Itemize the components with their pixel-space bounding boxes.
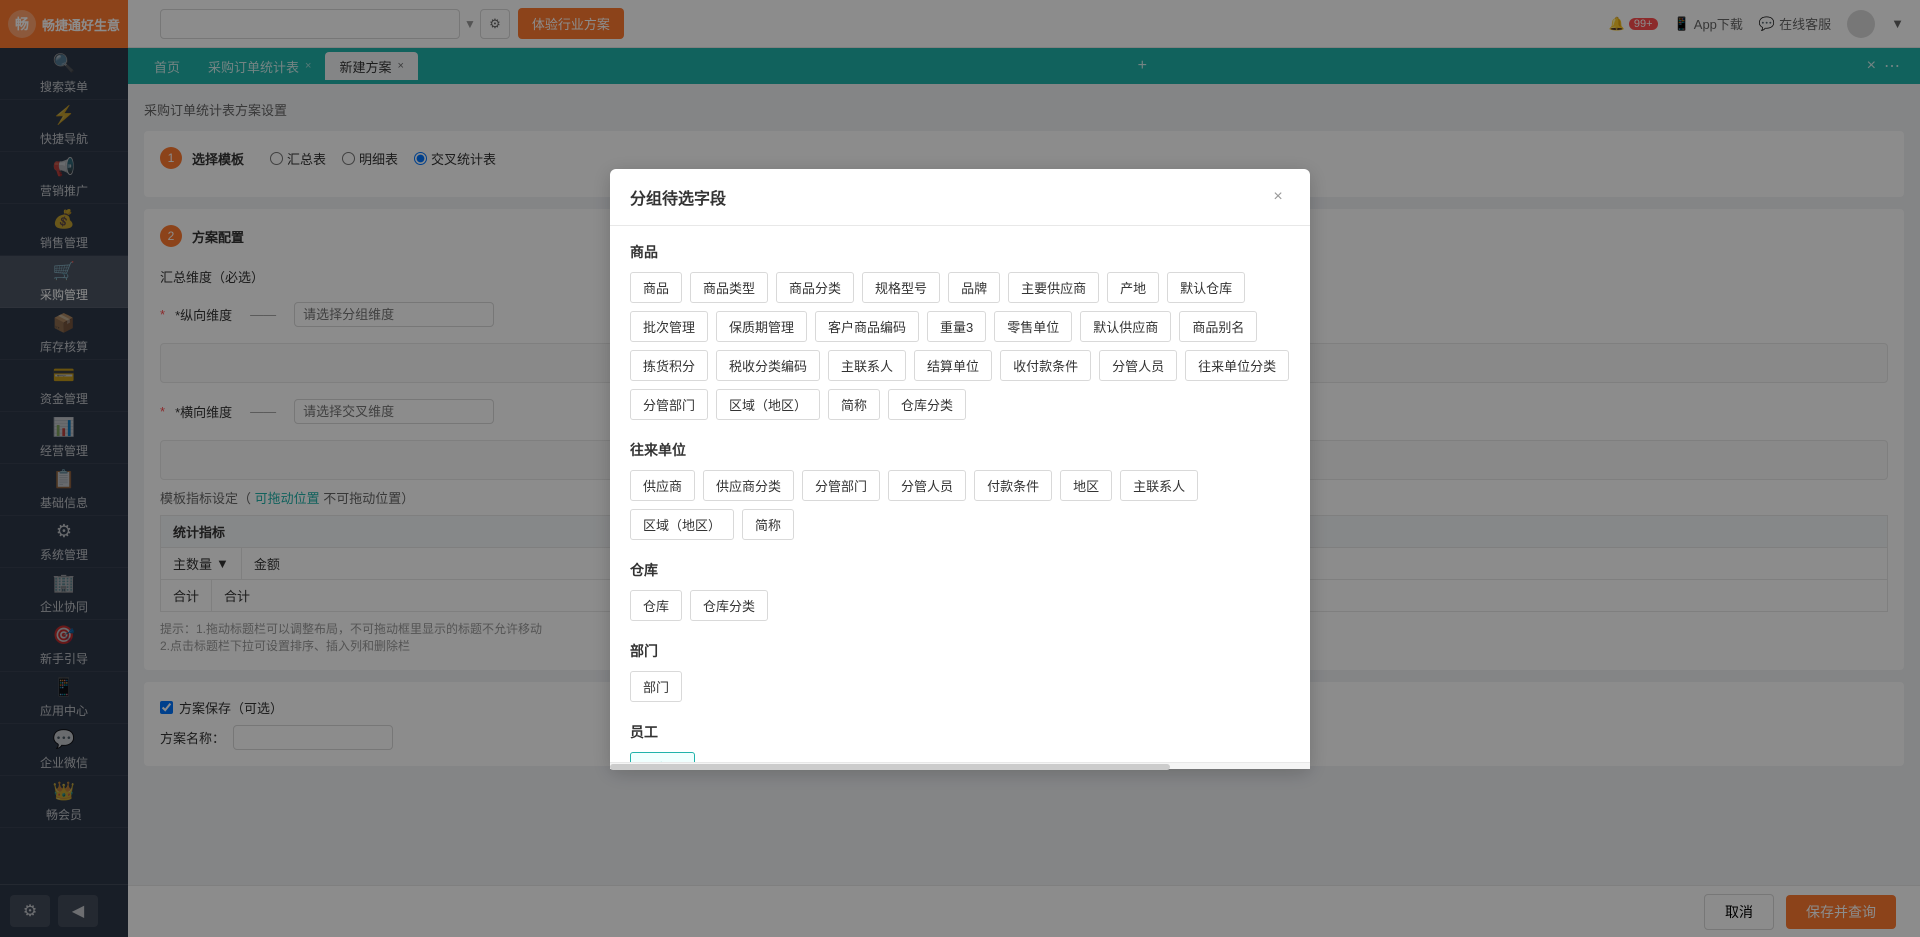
field-chips-partner: 供应商 供应商分类 分管部门 分管人员 付款条件 地区 主联系人 区域（地区） … [630, 470, 1290, 540]
chip-goods-18[interactable]: 主联系人 [828, 350, 906, 381]
chip-goods-13[interactable]: 零售单位 [994, 311, 1072, 342]
chip-goods-12[interactable]: 重量3 [927, 311, 986, 342]
chip-partner-7[interactable]: 主联系人 [1120, 470, 1198, 501]
modal-overlay[interactable]: 分组待选字段 × 商品 商品 商品类型 商品分类 规格型号 品牌 主要供应商 产… [0, 0, 1920, 937]
chip-partner-3[interactable]: 分管部门 [802, 470, 880, 501]
field-group-warehouse-title: 仓库 [630, 560, 1290, 580]
chip-goods-23[interactable]: 分管部门 [630, 389, 708, 420]
chip-goods-19[interactable]: 结算单位 [914, 350, 992, 381]
chip-goods-21[interactable]: 分管人员 [1099, 350, 1177, 381]
field-group-department-title: 部门 [630, 641, 1290, 661]
field-group-department: 部门 部门 [630, 641, 1290, 702]
field-chips-goods: 商品 商品类型 商品分类 规格型号 品牌 主要供应商 产地 默认仓库 批次管理 … [630, 272, 1290, 420]
chip-warehouse-2[interactable]: 仓库分类 [690, 590, 768, 621]
modal-header: 分组待选字段 × [610, 169, 1310, 226]
chip-partner-1[interactable]: 供应商 [630, 470, 695, 501]
modal-horizontal-scrollbar[interactable] [610, 762, 1310, 769]
chip-goods-5[interactable]: 品牌 [948, 272, 1000, 303]
modal-hscroll-thumb [610, 764, 1170, 770]
modal-close-button[interactable]: × [1266, 185, 1290, 209]
modal-dialog: 分组待选字段 × 商品 商品 商品类型 商品分类 规格型号 品牌 主要供应商 产… [610, 169, 1310, 769]
field-group-partner: 往来单位 供应商 供应商分类 分管部门 分管人员 付款条件 地区 主联系人 区域… [630, 440, 1290, 540]
chip-goods-6[interactable]: 主要供应商 [1008, 272, 1099, 303]
field-group-goods-title: 商品 [630, 242, 1290, 262]
chip-goods-22[interactable]: 往来单位分类 [1185, 350, 1289, 381]
chip-goods-1[interactable]: 商品 [630, 272, 682, 303]
chip-goods-4[interactable]: 规格型号 [862, 272, 940, 303]
chip-goods-16[interactable]: 拣货积分 [630, 350, 708, 381]
chip-goods-25[interactable]: 简称 [828, 389, 880, 420]
chip-employee-1[interactable]: 业务员 [630, 752, 695, 763]
chip-goods-3[interactable]: 商品分类 [776, 272, 854, 303]
chip-department-1[interactable]: 部门 [630, 671, 682, 702]
chip-goods-20[interactable]: 收付款条件 [1000, 350, 1091, 381]
chip-goods-17[interactable]: 税收分类编码 [716, 350, 820, 381]
chip-goods-11[interactable]: 客户商品编码 [815, 311, 919, 342]
field-chips-employee: 业务员 [630, 752, 1290, 763]
chip-partner-2[interactable]: 供应商分类 [703, 470, 794, 501]
chip-partner-4[interactable]: 分管人员 [888, 470, 966, 501]
chip-goods-9[interactable]: 批次管理 [630, 311, 708, 342]
modal-title: 分组待选字段 [630, 185, 726, 209]
chip-goods-8[interactable]: 默认仓库 [1167, 272, 1245, 303]
chip-warehouse-1[interactable]: 仓库 [630, 590, 682, 621]
chip-goods-14[interactable]: 默认供应商 [1080, 311, 1171, 342]
chip-partner-9[interactable]: 简称 [742, 509, 794, 540]
chip-goods-10[interactable]: 保质期管理 [716, 311, 807, 342]
chip-partner-8[interactable]: 区域（地区） [630, 509, 734, 540]
chip-partner-5[interactable]: 付款条件 [974, 470, 1052, 501]
field-group-warehouse: 仓库 仓库 仓库分类 [630, 560, 1290, 621]
field-group-employee: 员工 业务员 [630, 722, 1290, 763]
field-chips-warehouse: 仓库 仓库分类 [630, 590, 1290, 621]
field-group-employee-title: 员工 [630, 722, 1290, 742]
chip-goods-15[interactable]: 商品别名 [1179, 311, 1257, 342]
chip-goods-24[interactable]: 区域（地区） [716, 389, 820, 420]
chip-partner-6[interactable]: 地区 [1060, 470, 1112, 501]
field-group-goods: 商品 商品 商品类型 商品分类 规格型号 品牌 主要供应商 产地 默认仓库 批次… [630, 242, 1290, 420]
modal-body: 商品 商品 商品类型 商品分类 规格型号 品牌 主要供应商 产地 默认仓库 批次… [610, 226, 1310, 763]
field-group-partner-title: 往来单位 [630, 440, 1290, 460]
chip-goods-7[interactable]: 产地 [1107, 272, 1159, 303]
field-chips-department: 部门 [630, 671, 1290, 702]
chip-goods-2[interactable]: 商品类型 [690, 272, 768, 303]
chip-goods-26[interactable]: 仓库分类 [888, 389, 966, 420]
